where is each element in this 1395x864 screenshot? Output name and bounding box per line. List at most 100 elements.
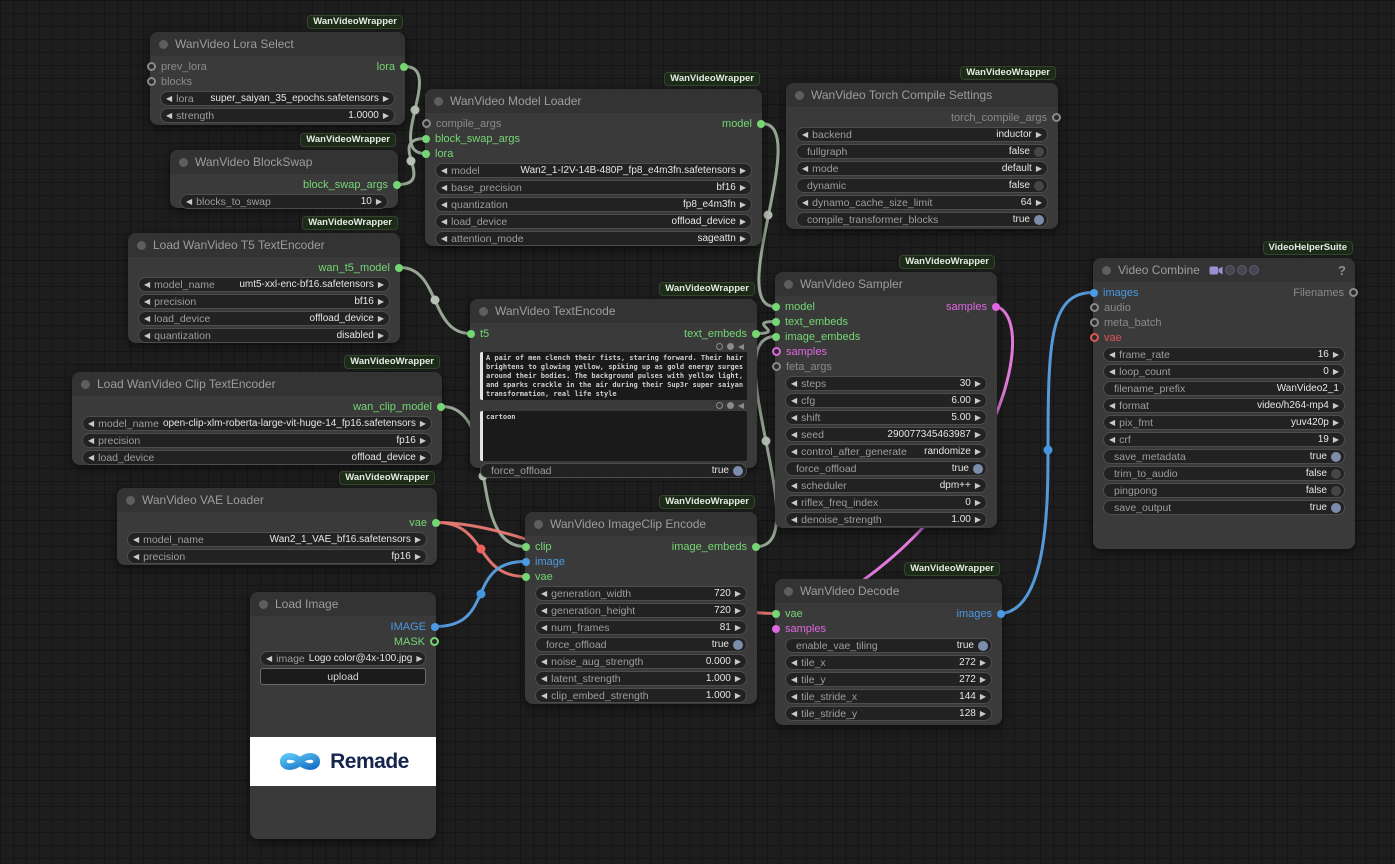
right-arrow-icon[interactable]: ▶ [420, 454, 426, 462]
widget-denoise-strength[interactable]: ◀denoise_strength1.00▶ [785, 512, 987, 527]
widget-model-name[interactable]: ◀model_nameumt5-xxl-enc-bf16.safetensors… [138, 277, 390, 292]
output-slot-image[interactable]: IMAGE [391, 621, 429, 633]
input-dot[interactable] [522, 558, 530, 566]
widget-save-output[interactable]: save_outputtrue [1103, 500, 1345, 515]
input-dot[interactable] [467, 330, 475, 338]
right-arrow-icon[interactable]: ▶ [740, 218, 746, 226]
input-slot-text-embeds[interactable]: text_embeds [782, 316, 848, 328]
widget-backend[interactable]: ◀backendinductor▶ [796, 127, 1048, 142]
widget-fullgraph[interactable]: fullgraphfalse [796, 144, 1048, 159]
widget-seed[interactable]: ◀seed290077345463987▶ [785, 427, 987, 442]
output-slot-block-swap-args[interactable]: block_swap_args [303, 179, 391, 191]
output-dot[interactable] [1052, 113, 1061, 122]
left-arrow-icon[interactable]: ◀ [802, 165, 808, 173]
toggle-knob[interactable] [1034, 215, 1044, 225]
output-dot[interactable] [752, 543, 760, 551]
node-wanvideo-model-loader[interactable]: WanVideoWrapperWanVideo Model Loadercomp… [425, 89, 762, 246]
widget-cfg[interactable]: ◀cfg6.00▶ [785, 393, 987, 408]
output-dot[interactable] [400, 63, 408, 71]
left-arrow-icon[interactable]: ◀ [791, 431, 797, 439]
widget-enable-vae-tiling[interactable]: enable_vae_tilingtrue [785, 638, 992, 653]
left-arrow-icon[interactable]: ◀ [791, 516, 797, 524]
widget-lora[interactable]: ◀lorasuper_saiyan_35_epochs.safetensors▶ [160, 91, 395, 106]
right-arrow-icon[interactable]: ▶ [1333, 351, 1339, 359]
widget-model[interactable]: ◀modelWan2_1-I2V-14B-480P_fp8_e4m3fn.saf… [435, 163, 752, 178]
gear-icon[interactable] [727, 402, 734, 409]
right-arrow-icon[interactable]: ▶ [420, 420, 426, 428]
collapse-icon[interactable] [795, 91, 804, 100]
output-slot-torch-compile-args[interactable]: torch_compile_args [951, 112, 1051, 124]
widget-latent-strength[interactable]: ◀latent_strength1.000▶ [535, 671, 747, 686]
node-header[interactable]: WanVideo Model Loader [425, 89, 762, 113]
left-arrow-icon[interactable]: ◀ [802, 131, 808, 139]
left-arrow-icon[interactable]: ◀ [541, 590, 547, 598]
output-slot-mask[interactable]: MASK [394, 636, 429, 648]
input-slot-vae[interactable]: vae [1100, 332, 1122, 344]
right-arrow-icon[interactable]: ▶ [378, 315, 384, 323]
toggle-knob[interactable] [973, 464, 983, 474]
widget-blocks-to-swap[interactable]: ◀blocks_to_swap10▶ [180, 194, 388, 209]
widget-dynamo-cache-size-limit[interactable]: ◀dynamo_cache_size_limit64▶ [796, 195, 1048, 210]
left-arrow-icon[interactable]: ◀ [791, 397, 797, 405]
positive-prompt-textarea[interactable]: A pair of men clench their fists, starin… [480, 352, 747, 400]
input-dot[interactable] [772, 625, 780, 633]
node-wanvideo-vae-loader[interactable]: WanVideoWrapperWanVideo VAE Loadervae◀mo… [117, 488, 437, 565]
collapse-icon[interactable] [534, 520, 543, 529]
right-arrow-icon[interactable]: ▶ [975, 397, 981, 405]
left-arrow-icon[interactable]: ◀ [1109, 368, 1115, 376]
left-arrow-icon[interactable]: ◀ [166, 112, 172, 120]
node-option-icon[interactable] [1249, 265, 1259, 275]
node-wanvideo-textencode[interactable]: WanVideoWrapperWanVideo TextEncodet5text… [470, 299, 757, 468]
toggle-knob[interactable] [1331, 469, 1341, 479]
left-arrow-icon[interactable]: ◀ [133, 553, 139, 561]
input-dot[interactable] [1090, 333, 1099, 342]
output-slot-samples[interactable]: samples [946, 301, 990, 313]
left-arrow-icon[interactable]: ◀ [791, 499, 797, 507]
widget-tile-y[interactable]: ◀tile_y272▶ [785, 672, 992, 687]
left-arrow-icon[interactable]: ◀ [791, 693, 797, 701]
widget-scheduler[interactable]: ◀schedulerdpm++▶ [785, 478, 987, 493]
collapse-icon[interactable] [784, 587, 793, 596]
right-arrow-icon[interactable]: ▶ [735, 607, 741, 615]
output-dot[interactable] [997, 610, 1005, 618]
widget-attention-mode[interactable]: ◀attention_modesageattn▶ [435, 231, 752, 246]
output-dot[interactable] [395, 264, 403, 272]
right-arrow-icon[interactable]: ▶ [975, 431, 981, 439]
input-dot[interactable] [522, 543, 530, 551]
widget-model-name[interactable]: ◀model_nameWan2_1_VAE_bf16.safetensors▶ [127, 532, 427, 547]
widget-steps[interactable]: ◀steps30▶ [785, 376, 987, 391]
gear-icon[interactable] [727, 343, 734, 350]
right-arrow-icon[interactable]: ▶ [735, 675, 741, 683]
left-arrow-icon[interactable]: ◀ [541, 658, 547, 666]
input-slot-meta-batch[interactable]: meta_batch [1100, 317, 1161, 329]
widget-precision[interactable]: ◀precisionfp16▶ [82, 433, 432, 448]
right-arrow-icon[interactable]: ▶ [376, 198, 382, 206]
widget-tile-stride-x[interactable]: ◀tile_stride_x144▶ [785, 689, 992, 704]
widget-tile-stride-y[interactable]: ◀tile_stride_y128▶ [785, 706, 992, 721]
widget-tile-x[interactable]: ◀tile_x272▶ [785, 655, 992, 670]
widget-shift[interactable]: ◀shift5.00▶ [785, 410, 987, 425]
collapse-icon[interactable] [126, 496, 135, 505]
right-arrow-icon[interactable]: ▶ [1333, 419, 1339, 427]
right-arrow-icon[interactable]: ▶ [420, 437, 426, 445]
left-arrow-icon[interactable]: ◀ [166, 95, 172, 103]
node-option-icon[interactable] [1225, 265, 1235, 275]
left-arrow-icon[interactable]: ◀ [88, 420, 94, 428]
right-arrow-icon[interactable]: ▶ [975, 414, 981, 422]
input-slot-images[interactable]: images [1100, 287, 1138, 299]
input-dot[interactable] [422, 119, 431, 128]
input-slot-vae[interactable]: vae [532, 571, 553, 583]
node-wanvideo-blockswap[interactable]: WanVideoWrapperWanVideo BlockSwapblock_s… [170, 150, 398, 208]
left-arrow-icon[interactable]: ◀ [791, 414, 797, 422]
right-arrow-icon[interactable]: ▶ [383, 95, 389, 103]
left-arrow-icon[interactable]: ◀ [144, 315, 150, 323]
input-dot[interactable] [422, 150, 430, 158]
widget-loop-count[interactable]: ◀loop_count0▶ [1103, 364, 1345, 379]
input-slot-block-swap-args[interactable]: block_swap_args [432, 133, 520, 145]
output-slot-wan-t5-model[interactable]: wan_t5_model [318, 262, 393, 274]
right-arrow-icon[interactable]: ▶ [378, 281, 384, 289]
right-arrow-icon[interactable]: ▶ [1333, 436, 1339, 444]
node-header[interactable]: Load WanVideo T5 TextEncoder [128, 233, 400, 257]
widget-quantization[interactable]: ◀quantizationfp8_e4m3fn▶ [435, 197, 752, 212]
node-load-wanvideo-t5-textencoder[interactable]: WanVideoWrapperLoad WanVideo T5 TextEnco… [128, 233, 400, 343]
